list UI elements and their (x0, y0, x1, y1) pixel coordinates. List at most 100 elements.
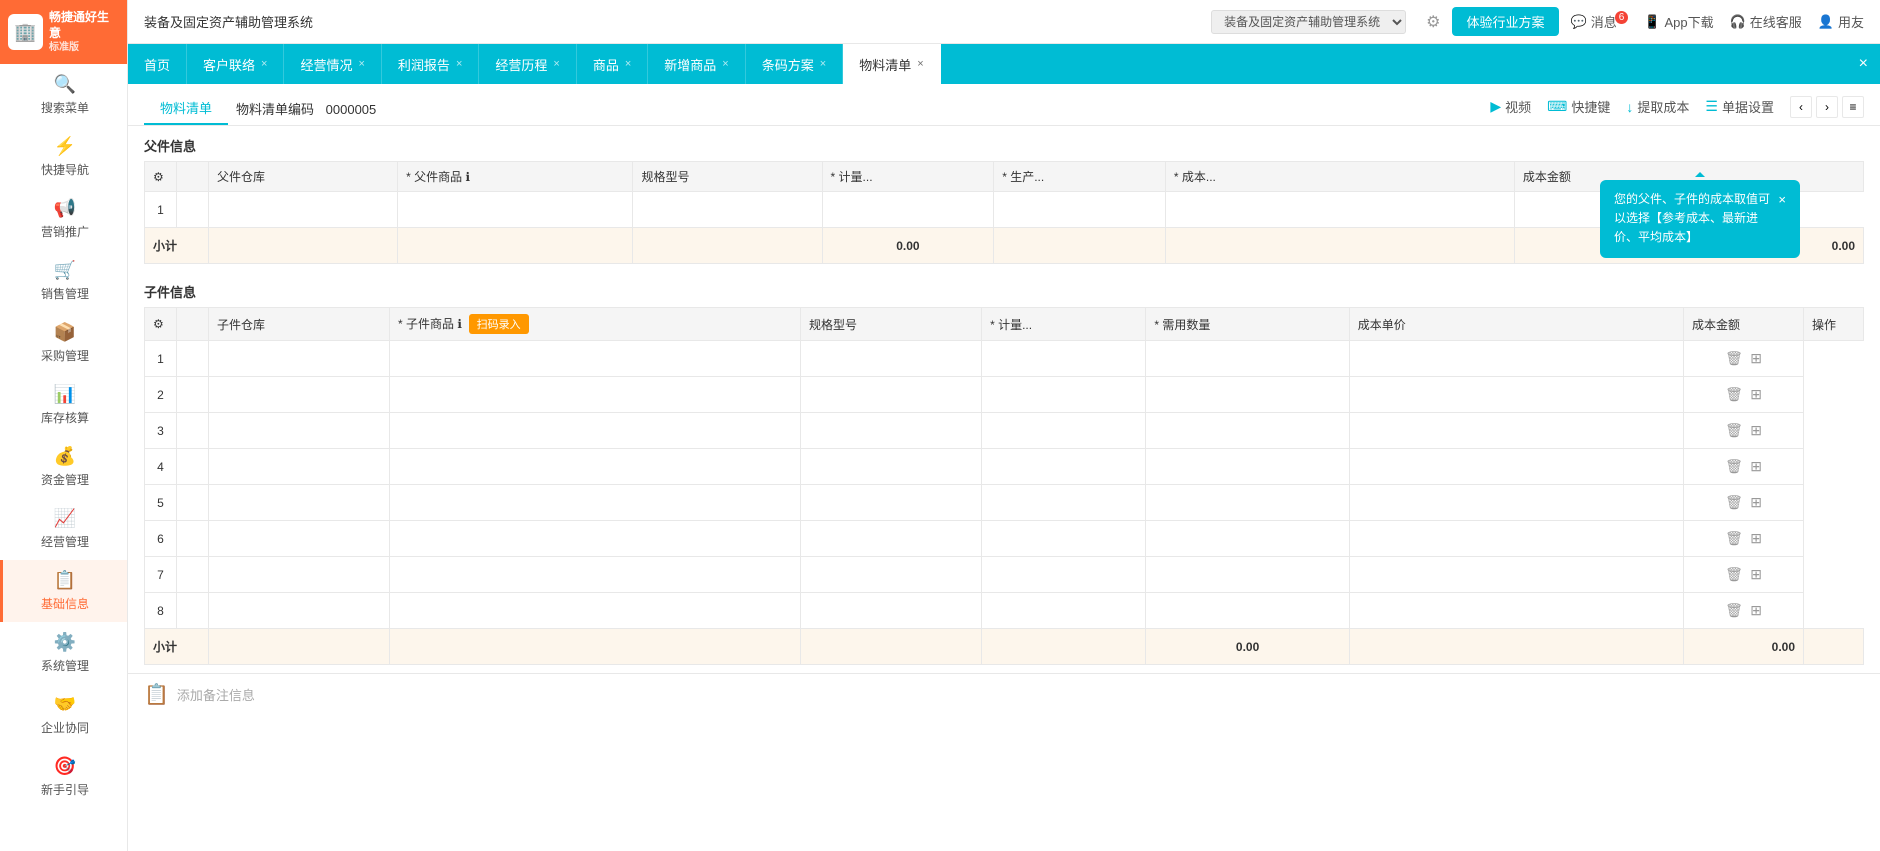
tab-close-profit[interactable]: × (456, 58, 462, 70)
child-row-8-unit[interactable] (801, 593, 982, 629)
child-row-6-unit[interactable] (801, 521, 982, 557)
child-row-4-qty[interactable] (982, 449, 1146, 485)
child-row-3-unit[interactable] (801, 413, 982, 449)
child-row-3-qty[interactable] (982, 413, 1146, 449)
app-download-btn[interactable]: 📱 App下载 (1644, 12, 1713, 31)
child-row-3-spec[interactable] (390, 413, 801, 449)
copy-icon-1[interactable]: ⊞ (1750, 350, 1762, 366)
parent-row-1-goods[interactable] (209, 192, 398, 228)
tab-profit[interactable]: 利润报告 × (382, 44, 479, 84)
tab-customers[interactable]: 客户联络 × (187, 44, 284, 84)
tab-close-customers[interactable]: × (261, 58, 267, 70)
child-row-5-warehouse[interactable] (177, 485, 209, 521)
child-row-8-qty[interactable] (982, 593, 1146, 629)
child-row-6-qty[interactable] (982, 521, 1146, 557)
page-list-btn[interactable]: ≡ (1842, 96, 1864, 118)
parent-col-settings[interactable]: ⚙ (145, 162, 177, 192)
extract-cost-btn[interactable]: ↓ 提取成本 (1626, 97, 1689, 116)
sidebar-item-search[interactable]: 🔍 搜索菜单 (0, 64, 127, 126)
tab-close-new-goods[interactable]: × (722, 58, 728, 70)
child-row-2-unit-cost[interactable] (1146, 377, 1349, 413)
child-row-7-unit-cost[interactable] (1146, 557, 1349, 593)
child-row-2-qty[interactable] (982, 377, 1146, 413)
delete-icon-2[interactable]: 🗑 (1725, 386, 1743, 402)
parent-row-1-unit[interactable] (633, 192, 822, 228)
child-row-2-warehouse[interactable] (177, 377, 209, 413)
child-row-8-warehouse[interactable] (177, 593, 209, 629)
tab-close-history[interactable]: × (553, 58, 559, 70)
child-row-7-goods[interactable] (209, 557, 390, 593)
sidebar-item-marketing[interactable]: 📢 营销推广 (0, 188, 127, 250)
child-row-3-unit-cost[interactable] (1146, 413, 1349, 449)
sub-tab-bom-list[interactable]: 物料清单 (144, 92, 228, 125)
copy-icon-5[interactable]: ⊞ (1750, 494, 1762, 510)
delete-icon-8[interactable]: 🗑 (1725, 602, 1743, 618)
copy-icon-2[interactable]: ⊞ (1750, 386, 1762, 402)
sidebar-item-inventory[interactable]: 📊 库存核算 (0, 374, 127, 436)
copy-icon-8[interactable]: ⊞ (1750, 602, 1762, 618)
tab-home[interactable]: 首页 (128, 44, 187, 84)
child-row-7-unit[interactable] (801, 557, 982, 593)
delete-icon-3[interactable]: 🗑 (1725, 422, 1743, 438)
tab-history[interactable]: 经营历程 × (479, 44, 576, 84)
single-settings-btn[interactable]: ☰ 单据设置 (1705, 97, 1774, 116)
child-row-5-unit-cost[interactable] (1146, 485, 1349, 521)
sidebar-item-quicknav[interactable]: ⚡ 快捷导航 (0, 126, 127, 188)
user-btn[interactable]: 👤 用友 (1818, 12, 1864, 31)
child-row-1-unit-cost[interactable] (1146, 341, 1349, 377)
page-next-btn[interactable]: › (1816, 96, 1838, 118)
tab-bom[interactable]: 物料清单 × (843, 44, 940, 84)
sidebar-item-basic[interactable]: 📋 基础信息 (0, 560, 127, 622)
copy-icon-6[interactable]: ⊞ (1750, 530, 1762, 546)
copy-icon-7[interactable]: ⊞ (1750, 566, 1762, 582)
delete-icon-5[interactable]: 🗑 (1725, 494, 1743, 510)
page-prev-btn[interactable]: ‹ (1790, 96, 1812, 118)
sidebar-item-operations[interactable]: 📈 经营管理 (0, 498, 127, 560)
system-selector[interactable]: 装备及固定资产辅助管理系统 (1211, 10, 1406, 34)
tab-goods[interactable]: 商品 × (577, 44, 648, 84)
child-row-8-spec[interactable] (390, 593, 801, 629)
child-row-8-goods[interactable] (209, 593, 390, 629)
child-row-4-warehouse[interactable] (177, 449, 209, 485)
child-row-5-goods[interactable] (209, 485, 390, 521)
child-row-6-unit-cost[interactable] (1146, 521, 1349, 557)
settings-icon[interactable]: ⚙ (1426, 12, 1440, 32)
child-row-7-qty[interactable] (982, 557, 1146, 593)
parent-row-1-cost[interactable] (994, 192, 1166, 228)
sidebar-item-guide[interactable]: 🎯 新手引导 (0, 746, 127, 808)
child-row-1-qty[interactable] (982, 341, 1146, 377)
delete-icon-1[interactable]: 🗑 (1725, 350, 1743, 366)
tab-close-bom[interactable]: × (917, 58, 923, 70)
child-row-4-unit-cost[interactable] (1146, 449, 1349, 485)
child-row-6-spec[interactable] (390, 521, 801, 557)
delete-icon-6[interactable]: 🗑 (1725, 530, 1743, 546)
child-row-6-goods[interactable] (209, 521, 390, 557)
parent-row-1-warehouse[interactable] (177, 192, 209, 228)
child-row-6-warehouse[interactable] (177, 521, 209, 557)
parent-row-1-spec[interactable] (398, 192, 633, 228)
child-row-4-goods[interactable] (209, 449, 390, 485)
child-row-2-unit[interactable] (801, 377, 982, 413)
child-row-3-warehouse[interactable] (177, 413, 209, 449)
tab-barcode[interactable]: 条码方案 × (746, 44, 843, 84)
delete-icon-4[interactable]: 🗑 (1725, 458, 1743, 474)
video-btn[interactable]: ▶ 视频 (1490, 97, 1531, 116)
tab-close-operations[interactable]: × (358, 58, 364, 70)
child-row-1-goods[interactable] (209, 341, 390, 377)
sidebar-item-collab[interactable]: 🤝 企业协同 (0, 684, 127, 746)
scan-btn[interactable]: 扫码录入 (469, 314, 529, 334)
tooltip-close-btn[interactable]: × (1778, 190, 1786, 211)
sidebar-item-sales[interactable]: 🛒 销售管理 (0, 250, 127, 312)
shortcut-btn[interactable]: ⌨ 快捷键 (1547, 97, 1610, 116)
copy-icon-3[interactable]: ⊞ (1750, 422, 1762, 438)
child-col-settings[interactable]: ⚙ (145, 308, 177, 341)
child-row-7-spec[interactable] (390, 557, 801, 593)
sidebar-item-system[interactable]: ⚙️ 系统管理 (0, 622, 127, 684)
tab-new-goods[interactable]: 新增商品 × (648, 44, 745, 84)
tab-close-goods[interactable]: × (625, 58, 631, 70)
tab-operations[interactable]: 经营情况 × (284, 44, 381, 84)
child-row-5-qty[interactable] (982, 485, 1146, 521)
messages-btn[interactable]: 💬 消息 6 (1571, 12, 1629, 31)
child-row-4-spec[interactable] (390, 449, 801, 485)
copy-icon-4[interactable]: ⊞ (1750, 458, 1762, 474)
